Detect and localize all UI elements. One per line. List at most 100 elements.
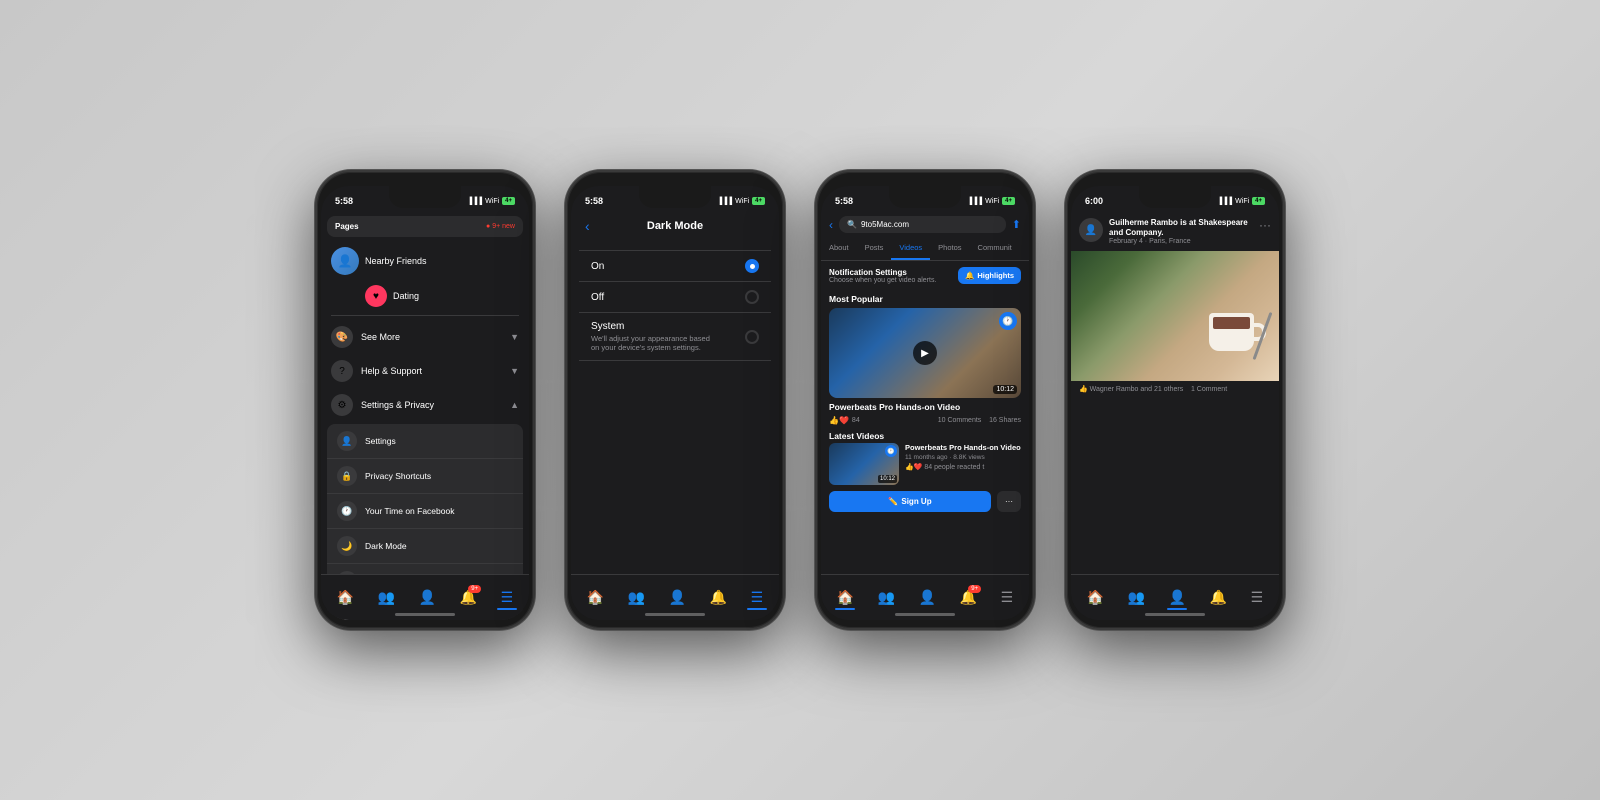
phone3-active-line [835, 608, 855, 610]
phone1-nav-menu[interactable]: ☰ [493, 585, 522, 610]
phone4-home-icon: 🏠 [1087, 589, 1104, 606]
phone2-content: ‹ Dark Mode On Off [571, 212, 779, 620]
phone1-pages-notification[interactable]: Pages ● 9+ new [327, 216, 523, 237]
phone1-nav-notifications[interactable]: 🔔 9+ [452, 585, 485, 610]
phone1-seemore-icon: 🎨 [331, 326, 353, 348]
phone4-wifi: WiFi [1235, 198, 1249, 205]
phone4-vol-down [1065, 292, 1067, 322]
phone3-notif-info: Notification Settings Choose when you ge… [829, 268, 936, 284]
phone1-help-support[interactable]: ? Help & Support ▼ [321, 354, 529, 388]
phone4-content: 👤 Guilherme Rambo is at Shakespeare and … [1071, 212, 1279, 620]
phone1-home-icon: 🏠 [337, 589, 354, 606]
phone3-url-text: 9to5Mac.com [861, 220, 909, 229]
phone2-nav-home[interactable]: 🏠 [579, 585, 612, 610]
phone3-tab-about[interactable]: About [821, 237, 857, 260]
phone2-home-indicator [645, 613, 705, 616]
phone2-option-system[interactable]: System We'll adjust your appearance base… [579, 313, 771, 361]
phone2-nav-menu[interactable]: ☰ [743, 585, 772, 610]
phone4-screen: 6:00 ▐▐▐ WiFi 4+ 👤 Guilherme Rambo is at… [1071, 186, 1279, 620]
phone3-tab-community[interactable]: Communit [970, 237, 1020, 260]
phone1-privacy-shortcuts[interactable]: 🔒 Privacy Shortcuts [327, 459, 523, 494]
phone2-nav-profile[interactable]: 👤 [661, 585, 694, 610]
phone1-friends-icon: 👥 [378, 589, 395, 606]
phone2-back-button[interactable]: ‹ [585, 218, 590, 234]
phone3-bell-icon: 🔔 [965, 271, 974, 280]
phone3-tab-photos[interactable]: Photos [930, 237, 969, 260]
phone2-option-on[interactable]: On [579, 250, 771, 282]
phone4-nav-menu[interactable]: ☰ [1243, 585, 1272, 610]
phone4-nav-friends[interactable]: 👥 [1120, 585, 1153, 610]
phone1-vol-up [315, 252, 317, 282]
phone2-radio-off[interactable] [745, 290, 759, 304]
phone1-dark-mode[interactable]: 🌙 Dark Mode [327, 529, 523, 564]
phone2-nav-friends[interactable]: 👥 [620, 585, 653, 610]
phone1-power [533, 272, 535, 317]
phone4-nav-profile[interactable]: 👤 [1161, 585, 1194, 610]
phone2-option-off[interactable]: Off [579, 282, 771, 313]
phone1-settings-item[interactable]: 👤 Settings [327, 424, 523, 459]
phone3-signup-bar: ✏️ Sign Up ··· [829, 491, 1021, 512]
phone2-home-icon: 🏠 [587, 589, 604, 606]
phone1-dating-row[interactable]: ♥ Dating [355, 281, 529, 311]
phone1-settings-left: ⚙ Settings & Privacy [331, 394, 434, 416]
phone4-frame: 6:00 ▐▐▐ WiFi 4+ 👤 Guilherme Rambo is at… [1065, 170, 1285, 630]
phone3-nav-profile[interactable]: 👤 [911, 585, 944, 610]
phone3-notif-badge: 9+ [968, 585, 981, 593]
phone3-play-button[interactable]: ▶ [913, 341, 937, 365]
phone3-back-button[interactable]: ‹ [829, 218, 833, 232]
phone1-your-time[interactable]: 🕐 Your Time on Facebook [327, 494, 523, 529]
phone1-wrapper: 5:58 ▐▐▐ WiFi 4+ Pages ● 9+ new 👤 [315, 170, 535, 630]
phone3-highlights-button[interactable]: 🔔 Highlights [958, 267, 1021, 284]
phone1-nav-profile[interactable]: 👤 [411, 585, 444, 610]
phone3-wifi: WiFi [985, 198, 999, 205]
phone4-user-info: 👤 Guilherme Rambo is at Shakespeare and … [1079, 218, 1259, 245]
phone1-nav-home[interactable]: 🏠 [329, 585, 362, 610]
phone3-status-icons: ▐▐▐ WiFi 4+ [967, 197, 1015, 205]
phone3-clock-badge: 🕐 [999, 312, 1017, 330]
phone1-settings-item-label: Settings [365, 436, 396, 446]
phone1-seemore-label: See More [361, 332, 400, 342]
phone4-vol-up [1065, 252, 1067, 282]
phone4-user-name: Guilherme Rambo is at Shakespeare and Co… [1109, 218, 1259, 237]
phone2-options: On Off System We'll adjust [579, 250, 771, 361]
phone3-nav-menu[interactable]: ☰ [993, 585, 1022, 610]
phone3-nav-notifications[interactable]: 🔔 9+ [952, 585, 985, 610]
phone3-vol-down [815, 292, 817, 322]
phone1-frame: 5:58 ▐▐▐ WiFi 4+ Pages ● 9+ new 👤 [315, 170, 535, 630]
phone2-wifi: WiFi [735, 198, 749, 205]
phone3-signup-button[interactable]: ✏️ Sign Up [829, 491, 991, 512]
phone4-home-indicator [1145, 613, 1205, 616]
phone3-tab-videos[interactable]: Videos [891, 237, 930, 260]
phone3-video-thumbnail[interactable]: ▶ 🕐 10:12 [829, 308, 1021, 398]
phone1-see-more[interactable]: 🎨 See More ▼ [321, 320, 529, 354]
phone1-seemore-chevron: ▼ [510, 332, 519, 342]
phone1-active-line [497, 608, 517, 610]
phone1-signal: ▐▐▐ [467, 198, 482, 205]
phone4-nav-home[interactable]: 🏠 [1079, 585, 1112, 610]
phone4-more-button[interactable]: ··· [1259, 218, 1271, 232]
phone3-url-bar[interactable]: 🔍 9to5Mac.com [839, 216, 1006, 233]
phone4-nav-notifications[interactable]: 🔔 [1202, 585, 1235, 610]
phone2-on-label: On [591, 261, 604, 272]
phone2-radio-on[interactable] [745, 259, 759, 273]
phone3-notif-sub: Choose when you get video alerts. [829, 277, 936, 284]
phone3-more-button[interactable]: ··· [997, 491, 1021, 512]
phone1-nav-friends[interactable]: 👥 [370, 585, 403, 610]
phone3-nav-friends[interactable]: 👥 [870, 585, 903, 610]
phone3-tab-posts[interactable]: Posts [857, 237, 892, 260]
phone1-help-chevron: ▼ [510, 366, 519, 376]
phone1-nearby-friends-row[interactable]: 👤 Nearby Friends [321, 241, 529, 281]
phone4-power [1283, 272, 1285, 317]
phone1-pages-label: Pages [335, 222, 480, 231]
phone2-wrapper: 5:58 ▐▐▐ WiFi 4+ ‹ Dark Mode On [565, 170, 785, 630]
phone1-settings-privacy[interactable]: ⚙ Settings & Privacy ▲ [321, 388, 529, 422]
phone3-latest-item[interactable]: 🕐 10:12 Powerbeats Pro Hands-on Video 11… [829, 443, 1021, 485]
phone2-vol-up [565, 252, 567, 282]
phone1-help-label: Help & Support [361, 366, 422, 376]
phone2-radio-system[interactable] [745, 330, 759, 344]
phone3-share-button[interactable]: ⬆ [1012, 218, 1021, 231]
phone2-system-info: System We'll adjust your appearance base… [591, 321, 711, 352]
phone2-nav-notifications[interactable]: 🔔 [702, 585, 735, 610]
phone3-nav-home[interactable]: 🏠 [829, 585, 862, 610]
phone1-settings-chevron: ▲ [510, 400, 519, 410]
